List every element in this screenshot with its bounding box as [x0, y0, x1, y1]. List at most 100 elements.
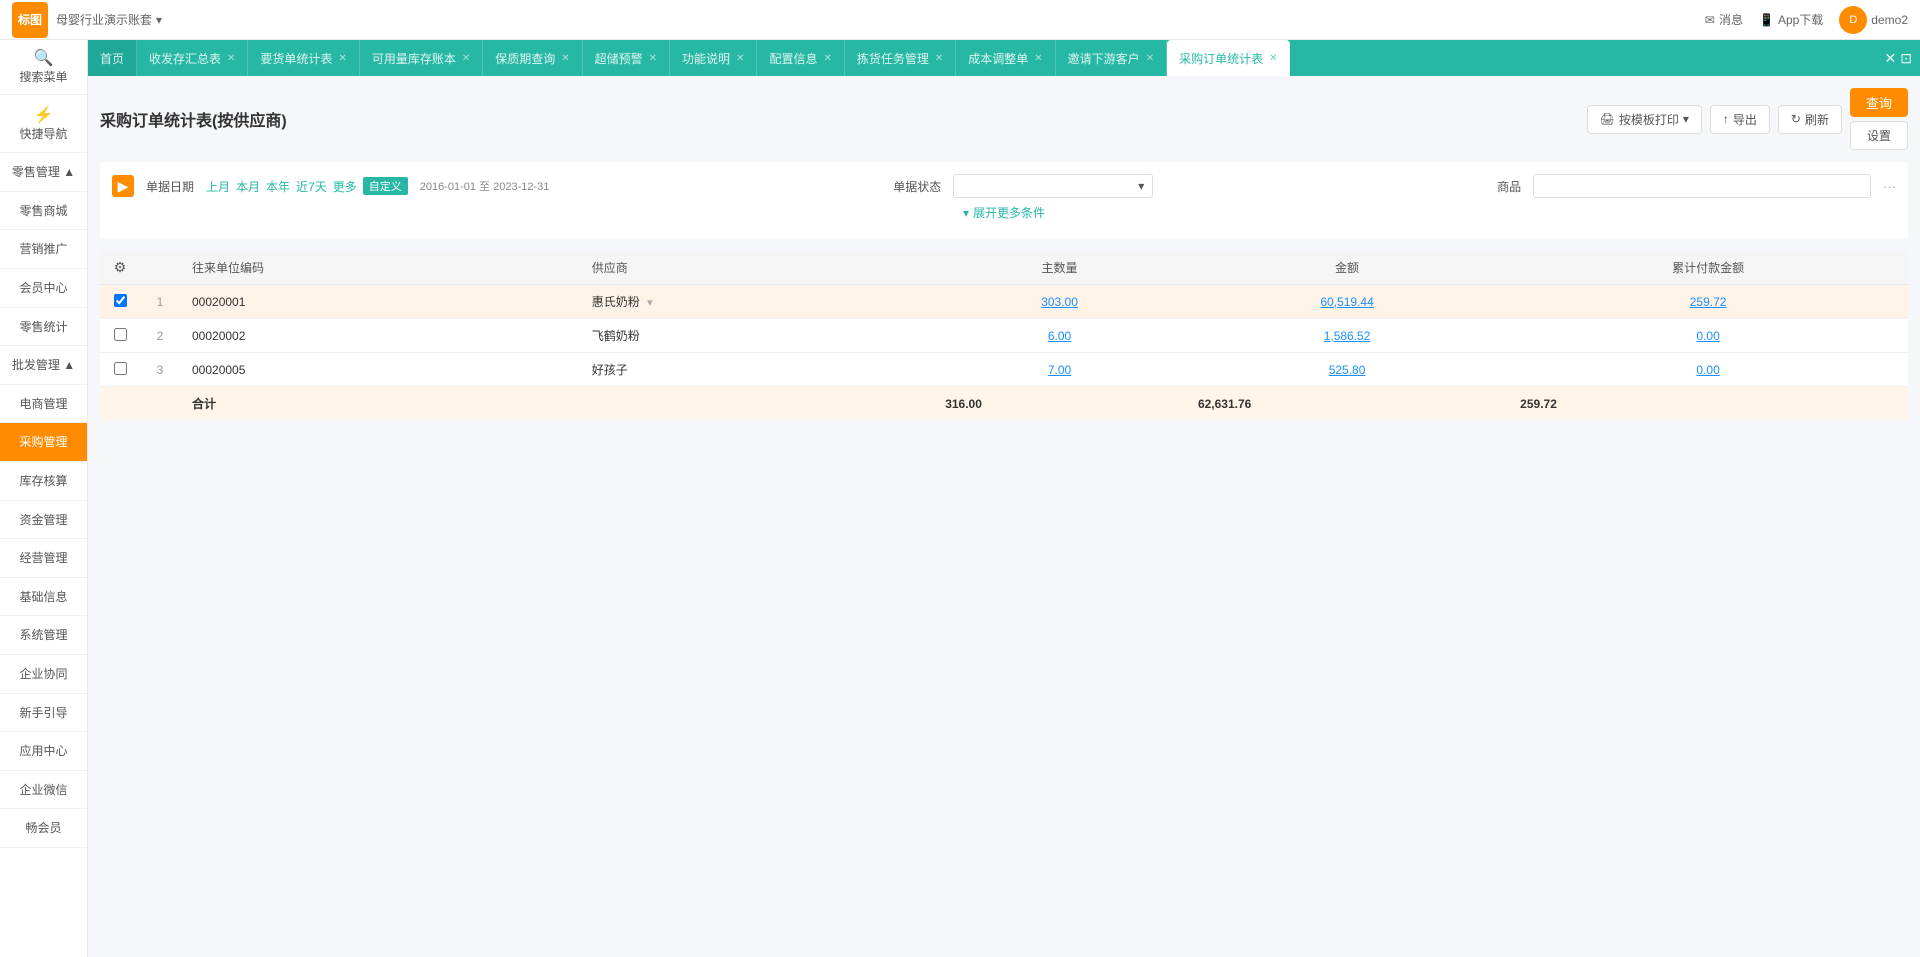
shortcut-this-month[interactable]: 本月 — [236, 178, 260, 195]
tab-inventory-ledger[interactable]: 可用量库存账本 ✕ — [360, 40, 483, 76]
sidebar-item-app-center[interactable]: 应用中心 — [0, 732, 87, 771]
main-layout: 🔍 搜索菜单 ⚡ 快捷导航 零售管理 ▲ 零售商城 营销推广 会员中心 零售统计… — [0, 40, 1920, 957]
sidebar-item-retail-shop[interactable]: 零售商城 — [0, 192, 87, 231]
sidebar-item-enterprise-wechat[interactable]: 企业微信 — [0, 771, 87, 810]
row-checkbox[interactable] — [100, 353, 140, 387]
sidebar-item-operations[interactable]: 经营管理 — [0, 539, 87, 578]
tab-warranty-query[interactable]: 保质期查询 ✕ — [483, 40, 582, 76]
avatar: D — [1839, 6, 1867, 34]
sidebar-item-marketing[interactable]: 营销推广 — [0, 230, 87, 269]
row-index: 3 — [140, 353, 180, 387]
table-footer-row: 合计 316.00 62,631.76 259.72 — [100, 387, 1908, 421]
tab-close-overstock-warning[interactable]: ✕ — [649, 53, 657, 64]
tab-close-inventory-ledger[interactable]: ✕ — [462, 53, 470, 64]
app-logo: 标图 — [12, 2, 48, 38]
row-index: 2 — [140, 319, 180, 353]
sidebar-item-purchase[interactable]: 采购管理 — [0, 423, 87, 462]
expand-filter-button[interactable]: ▾ 展开更多条件 — [112, 198, 1896, 227]
tab-close-warranty-query[interactable]: ✕ — [561, 53, 569, 64]
sidebar-item-system[interactable]: 系统管理 — [0, 616, 87, 655]
shortcut-last-month[interactable]: 上月 — [206, 178, 230, 195]
purchase-stats-table: ⚙ 往来单位编码 供应商 主数量 金额 累计付款金额 — [100, 251, 1908, 420]
tab-purchase-order-stats[interactable]: 采购订单统计表 ✕ — [1167, 40, 1290, 76]
sidebar-item-basic-info[interactable]: 基础信息 — [0, 578, 87, 617]
user-menu[interactable]: D demo2 — [1839, 6, 1908, 34]
refresh-button[interactable]: ↻ 刷新 — [1778, 105, 1842, 134]
goods-label: 商品 — [1497, 178, 1521, 195]
tab-goods-stats[interactable]: 要货单统计表 ✕ — [248, 40, 359, 76]
sidebar-item-retail-stats[interactable]: 零售统计 — [0, 308, 87, 347]
tab-close-pick-task[interactable]: ✕ — [935, 53, 943, 64]
tab-overstock-warning[interactable]: 超储预警 ✕ — [583, 40, 670, 76]
goods-more-icon[interactable]: ··· — [1883, 179, 1896, 194]
sidebar-item-vip[interactable]: 畅会员 — [0, 809, 87, 848]
print-icon: 🖨 — [1600, 112, 1615, 126]
table-row: 1 00020001 惠氏奶粉 ▾ 303.00 60,519.44 259.7… — [100, 285, 1908, 319]
nav-icon: ⚡ — [4, 105, 83, 125]
goods-input[interactable] — [1533, 174, 1871, 198]
settings-button[interactable]: 设置 — [1850, 121, 1908, 150]
app-download-action[interactable]: 📱 App下载 — [1759, 11, 1823, 28]
workspace-selector[interactable]: 母婴行业演示账套 ▾ — [56, 11, 162, 28]
date-label: 单据日期 — [146, 178, 194, 195]
tab-config-info[interactable]: 配置信息 ✕ — [757, 40, 844, 76]
sidebar-item-enterprise[interactable]: 企业协同 — [0, 655, 87, 694]
shortcut-this-year[interactable]: 本年 — [266, 178, 290, 195]
filter-toggle-button[interactable]: ▶ — [112, 175, 134, 197]
query-button[interactable]: 查询 — [1850, 88, 1908, 117]
print-button[interactable]: 🖨 按模板打印 ▾ — [1587, 105, 1702, 134]
table-wrapper: ⚙ 往来单位编码 供应商 主数量 金额 累计付款金额 — [100, 251, 1908, 420]
export-button[interactable]: ↑ 导出 — [1710, 105, 1770, 134]
tab-close-purchase-order-stats[interactable]: ✕ — [1269, 53, 1277, 64]
top-bar: 标图 母婴行业演示账套 ▾ ✉ 消息 📱 App下载 D demo2 — [0, 0, 1920, 40]
shortcut-7days[interactable]: 近7天 — [296, 178, 327, 195]
nav-tabs-end: ✕ ⊡ — [1877, 50, 1920, 67]
tab-cost-adjust[interactable]: 成本调整单 ✕ — [956, 40, 1055, 76]
tab-pick-task[interactable]: 拣货任务管理 ✕ — [845, 40, 956, 76]
select-arrow-icon: ▾ — [1138, 179, 1144, 193]
tab-close-goods-stats[interactable]: ✕ — [338, 53, 346, 64]
col-supplier-name-header: 供应商 — [580, 251, 933, 285]
sidebar-item-finance[interactable]: 资金管理 — [0, 501, 87, 540]
tab-function-desc[interactable]: 功能说明 ✕ — [670, 40, 757, 76]
custom-date-tag[interactable]: 自定义 — [363, 177, 408, 195]
sidebar-item-quick-nav[interactable]: ⚡ 快捷导航 — [0, 95, 87, 154]
tab-close-all-button[interactable]: ✕ — [1885, 50, 1897, 67]
status-select[interactable]: ▾ — [953, 174, 1153, 198]
row-supplier-name: 惠氏奶粉 ▾ — [580, 285, 933, 319]
print-dropdown-icon: ▾ — [1683, 112, 1689, 126]
row-supplier-name: 飞鹤奶粉 — [580, 319, 933, 353]
settings-col-icon[interactable]: ⚙ — [114, 259, 127, 275]
shortcut-more[interactable]: 更多 — [333, 178, 357, 195]
sidebar-item-retail-management[interactable]: 零售管理 ▲ — [0, 153, 87, 192]
footer-label: 合计 — [180, 387, 580, 421]
top-bar-right: ✉ 消息 📱 App下载 D demo2 — [1705, 6, 1908, 34]
row-supplier-name: 好孩子 — [580, 353, 933, 387]
tab-restore-button[interactable]: ⊡ — [1900, 50, 1912, 67]
tab-home[interactable]: 首页 — [88, 40, 137, 76]
row-paid-amount: 0.00 — [1508, 353, 1908, 387]
sidebar-search[interactable]: 🔍 搜索菜单 — [0, 40, 87, 95]
tab-close-invite-downstream[interactable]: ✕ — [1146, 53, 1154, 64]
sidebar-item-inventory[interactable]: 库存核算 — [0, 462, 87, 501]
sidebar-item-member-center[interactable]: 会员中心 — [0, 269, 87, 308]
content-area: 首页 收发存汇总表 ✕ 要货单统计表 ✕ 可用量库存账本 ✕ 保质期查询 ✕ 超… — [88, 40, 1920, 957]
footer-main-qty: 316.00 — [933, 387, 1186, 421]
tab-close-config-info[interactable]: ✕ — [823, 53, 831, 64]
filter-row-1: ▶ 单据日期 上月 本月 本年 近7天 更多 自定义 2016-01-01 至 … — [112, 174, 1896, 198]
col-settings-header: ⚙ — [100, 251, 140, 285]
data-table: ⚙ 往来单位编码 供应商 主数量 金额 累计付款金额 — [100, 251, 1908, 420]
sidebar-item-wholesale[interactable]: 批发管理 ▲ — [0, 346, 87, 385]
tab-close-receive-summary[interactable]: ✕ — [227, 53, 235, 64]
tab-invite-downstream[interactable]: 邀请下游客户 ✕ — [1056, 40, 1167, 76]
col-paid-amount-header: 累计付款金额 — [1508, 251, 1908, 285]
tab-receive-summary[interactable]: 收发存汇总表 ✕ — [137, 40, 248, 76]
sidebar-item-ecommerce[interactable]: 电商管理 — [0, 385, 87, 424]
row-checkbox[interactable] — [100, 285, 140, 319]
row-checkbox[interactable] — [100, 319, 140, 353]
page-content: 采购订单统计表(按供应商) 🖨 按模板打印 ▾ ↑ 导出 ↻ 刷新 — [88, 76, 1920, 957]
message-action[interactable]: ✉ 消息 — [1705, 11, 1743, 28]
tab-close-function-desc[interactable]: ✕ — [736, 53, 744, 64]
sidebar-item-new-guide[interactable]: 新手引导 — [0, 694, 87, 733]
tab-close-cost-adjust[interactable]: ✕ — [1034, 53, 1042, 64]
